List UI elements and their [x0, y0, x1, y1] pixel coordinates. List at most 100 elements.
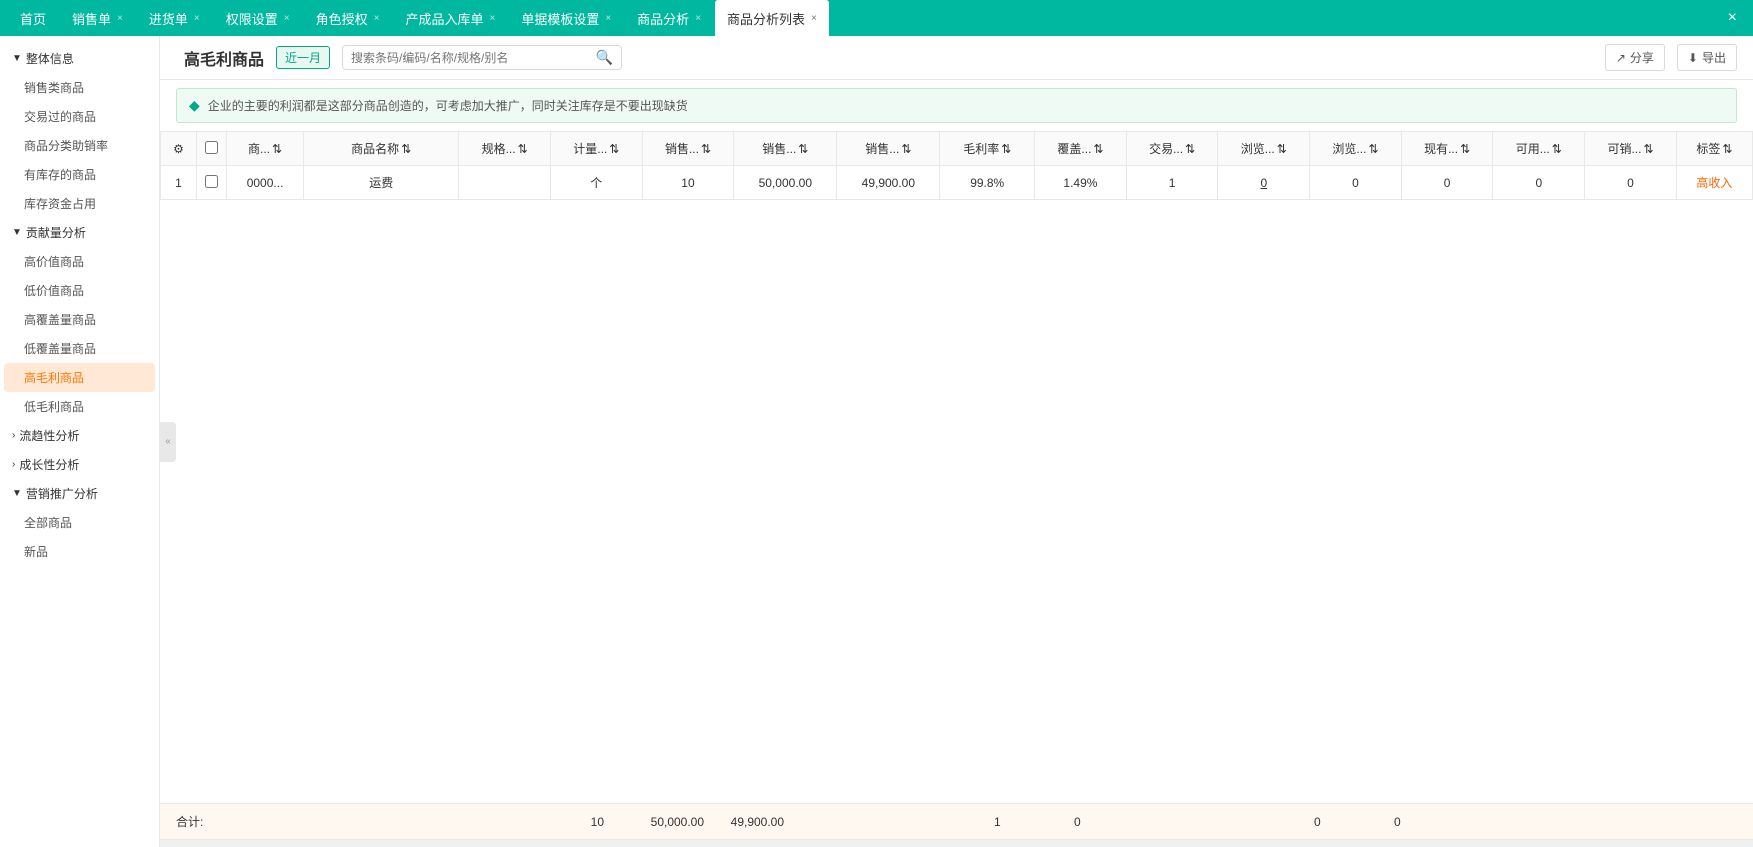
- sort-icon[interactable]: ⇅: [1552, 142, 1562, 156]
- sidebar-group-trend[interactable]: › 流趋性分析: [0, 421, 159, 450]
- col-stock-avail[interactable]: 现有...⇅: [1401, 132, 1493, 166]
- col-usable[interactable]: 可用...⇅: [1493, 132, 1585, 166]
- tab-close-icon[interactable]: ×: [374, 13, 380, 24]
- col-browse1[interactable]: 浏览...⇅: [1218, 132, 1310, 166]
- time-filter-button[interactable]: 近一月: [276, 46, 330, 69]
- sort-icon[interactable]: ⇅: [901, 142, 911, 156]
- sidebar: ▼ 整体信息 销售类商品 交易过的商品 商品分类助销率 有库存的商品 库存资金占…: [0, 36, 160, 847]
- expand-arrow-icon: ▼: [12, 227, 22, 238]
- col-sellable[interactable]: 可销...⇅: [1585, 132, 1677, 166]
- sidebar-item-high-margin[interactable]: 高毛利商品: [4, 363, 155, 392]
- data-table: ⚙ 商...⇅ 商品名称⇅ 规格...⇅: [160, 131, 1753, 200]
- row-checkbox[interactable]: [205, 175, 218, 188]
- col-sales-amount[interactable]: 销售...⇅: [734, 132, 837, 166]
- sidebar-item-new-goods[interactable]: 新品: [0, 537, 159, 566]
- cell-browse1[interactable]: 0: [1218, 166, 1310, 200]
- sort-icon[interactable]: ⇅: [1368, 142, 1378, 156]
- sort-icon[interactable]: ⇅: [1001, 142, 1011, 156]
- tab-permission-settings[interactable]: 权限设置 ×: [214, 0, 302, 36]
- tab-product-inbound[interactable]: 产成品入库单 ×: [393, 0, 507, 36]
- col-settings[interactable]: ⚙: [161, 132, 197, 166]
- sort-icon[interactable]: ⇅: [1643, 142, 1653, 156]
- tab-sales-order[interactable]: 销售单 ×: [60, 0, 135, 36]
- col-spec[interactable]: 规格...⇅: [459, 132, 551, 166]
- search-icon[interactable]: 🔍: [596, 49, 613, 66]
- sidebar-group-contribution[interactable]: ▼ 贡献量分析: [0, 218, 159, 247]
- search-box[interactable]: 🔍: [342, 45, 622, 70]
- tab-home[interactable]: 首页: [8, 0, 58, 36]
- sort-icon[interactable]: ⇅: [701, 142, 711, 156]
- tab-template-settings[interactable]: 单据模板设置 ×: [509, 0, 623, 36]
- sort-icon[interactable]: ⇅: [272, 142, 282, 156]
- search-input[interactable]: [351, 51, 590, 65]
- col-coverage[interactable]: 覆盖...⇅: [1035, 132, 1127, 166]
- footer-cells: 10 50,000.00 49,900.00 1 0 0 0: [211, 815, 1737, 829]
- col-code[interactable]: 商...⇅: [227, 132, 304, 166]
- tab-product-analysis-list[interactable]: 商品分析列表 ×: [715, 0, 829, 36]
- select-all-checkbox[interactable]: [205, 141, 218, 154]
- column-settings-icon[interactable]: ⚙: [173, 142, 184, 156]
- tab-close-icon[interactable]: ×: [117, 13, 123, 24]
- tab-close-icon[interactable]: ×: [284, 13, 290, 24]
- sidebar-item-stocked-goods[interactable]: 有库存的商品: [0, 160, 159, 189]
- tab-purchase-order[interactable]: 进货单 ×: [137, 0, 212, 36]
- footer-cell-empty1: [211, 815, 247, 829]
- content-header: 高毛利商品 近一月 🔍 ↗ 分享 ⬇ 导出: [160, 36, 1753, 80]
- sort-icon[interactable]: ⇅: [609, 142, 619, 156]
- col-name[interactable]: 商品名称⇅: [304, 132, 459, 166]
- col-unit[interactable]: 计量...⇅: [550, 132, 642, 166]
- sidebar-collapse-button[interactable]: «: [160, 422, 176, 462]
- tab-close-icon[interactable]: ×: [194, 13, 200, 24]
- sidebar-item-sales-goods[interactable]: 销售类商品: [0, 73, 159, 102]
- sort-icon[interactable]: ⇅: [1093, 142, 1103, 156]
- tab-product-analysis[interactable]: 商品分析 ×: [625, 0, 713, 36]
- col-gross-rate[interactable]: 毛利率⇅: [940, 132, 1035, 166]
- share-button[interactable]: ↗ 分享: [1605, 44, 1665, 71]
- col-checkbox[interactable]: [197, 132, 227, 166]
- sort-icon[interactable]: ⇅: [1460, 142, 1470, 156]
- export-button[interactable]: ⬇ 导出: [1677, 44, 1737, 71]
- cell-spec: [459, 166, 551, 200]
- cell-usable: 0: [1493, 166, 1585, 200]
- sort-icon[interactable]: ⇅: [1277, 142, 1287, 156]
- sort-icon[interactable]: ⇅: [1722, 142, 1732, 156]
- sidebar-item-stock-capital[interactable]: 库存资金占用: [0, 189, 159, 218]
- col-tag[interactable]: 标签⇅: [1676, 132, 1752, 166]
- cell-code: 0000...: [227, 166, 304, 200]
- sidebar-group-overall-info[interactable]: ▼ 整体信息: [0, 44, 159, 73]
- sidebar-item-high-coverage[interactable]: 高覆盖量商品: [0, 305, 159, 334]
- cell-stock-avail: 0: [1401, 166, 1493, 200]
- footer-empty-rate: [797, 815, 877, 829]
- sidebar-item-low-margin[interactable]: 低毛利商品: [0, 392, 159, 421]
- sort-icon[interactable]: ⇅: [798, 142, 808, 156]
- horizontal-scrollbar[interactable]: [160, 839, 1753, 847]
- expand-arrow-icon: ›: [12, 430, 15, 441]
- sidebar-item-category-rate[interactable]: 商品分类助销率: [0, 131, 159, 160]
- sidebar-group-growth[interactable]: › 成长性分析: [0, 450, 159, 479]
- cell-checkbox[interactable]: [197, 166, 227, 200]
- info-diamond-icon: ◆: [189, 97, 200, 114]
- sort-icon[interactable]: ⇅: [1185, 142, 1195, 156]
- close-all-tabs-button[interactable]: ×: [1720, 9, 1745, 27]
- tab-close-icon[interactable]: ×: [695, 13, 701, 24]
- col-sales-cost[interactable]: 销售...⇅: [837, 132, 940, 166]
- tab-close-icon[interactable]: ×: [489, 13, 495, 24]
- tab-close-icon[interactable]: ×: [605, 13, 611, 24]
- sort-icon[interactable]: ⇅: [518, 142, 528, 156]
- tab-close-icon[interactable]: ×: [811, 13, 817, 24]
- sidebar-item-low-value[interactable]: 低价值商品: [0, 276, 159, 305]
- sidebar-group-marketing[interactable]: ▼ 营销推广分析: [0, 479, 159, 508]
- sort-icon[interactable]: ⇅: [401, 142, 411, 156]
- col-trade[interactable]: 交易...⇅: [1126, 132, 1218, 166]
- sidebar-item-low-coverage[interactable]: 低覆盖量商品: [0, 334, 159, 363]
- col-browse2[interactable]: 浏览...⇅: [1310, 132, 1402, 166]
- expand-arrow-icon: ›: [12, 459, 15, 470]
- sidebar-item-all-goods[interactable]: 全部商品: [0, 508, 159, 537]
- tab-role-auth[interactable]: 角色授权 ×: [304, 0, 392, 36]
- sidebar-item-high-value[interactable]: 高价值商品: [0, 247, 159, 276]
- cell-browse2: 0: [1310, 166, 1402, 200]
- page-title: 高毛利商品: [184, 46, 264, 70]
- sidebar-item-traded-goods[interactable]: 交易过的商品: [0, 102, 159, 131]
- col-sales-qty[interactable]: 销售...⇅: [642, 132, 734, 166]
- expand-arrow-icon: ▼: [12, 53, 22, 64]
